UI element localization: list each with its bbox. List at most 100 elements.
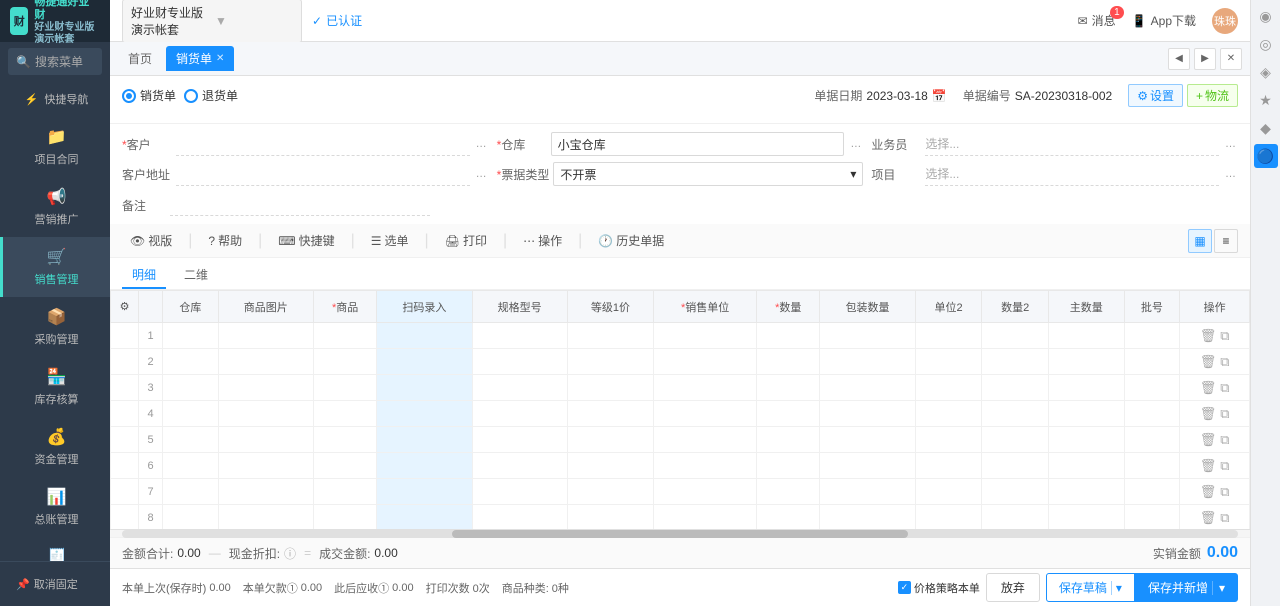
calendar-icon[interactable]: 📅 <box>932 89 947 103</box>
row-product-img-2[interactable] <box>218 349 313 375</box>
row-sales-unit-6[interactable] <box>654 453 757 479</box>
row-price1-4[interactable] <box>567 401 653 427</box>
row-main-qty-7[interactable] <box>1049 479 1124 505</box>
save-draft-button[interactable]: 保存草稿 ▾ <box>1046 573 1135 602</box>
row-batch-6[interactable] <box>1124 453 1180 479</box>
row-delete-icon-8[interactable]: 🗑 <box>1200 510 1217 526</box>
row-pack-qty-4[interactable] <box>820 401 915 427</box>
th-batch-import[interactable]: 扫码录入 <box>377 291 472 323</box>
row-qty-8[interactable] <box>757 505 820 530</box>
row-sales-unit-8[interactable] <box>654 505 757 530</box>
tab-close-all-button[interactable]: ✕ <box>1220 48 1242 70</box>
settings-button[interactable]: ⚙ 设置 <box>1128 84 1183 107</box>
row-product-7[interactable] <box>313 479 376 505</box>
row-qty2-4[interactable] <box>982 401 1049 427</box>
address-input[interactable] <box>176 162 470 186</box>
row-batch-import-4[interactable] <box>377 401 472 427</box>
row-delete-icon-1[interactable]: 🗑 <box>1200 328 1217 344</box>
ops-button[interactable]: ⋯ 操作 <box>515 229 570 252</box>
message-action[interactable]: ✉ 消息 1 <box>1078 12 1116 29</box>
row-pack-qty-6[interactable] <box>820 453 915 479</box>
row-spec-4[interactable] <box>472 401 567 427</box>
row-spec-7[interactable] <box>472 479 567 505</box>
row-price1-2[interactable] <box>567 349 653 375</box>
row-spec-8[interactable] <box>472 505 567 530</box>
row-spec-2[interactable] <box>472 349 567 375</box>
row-unit2-5[interactable] <box>915 427 982 453</box>
row-batch-1[interactable] <box>1124 323 1180 349</box>
view-toggle-list[interactable]: ≡ <box>1214 229 1238 253</box>
scrollbar-thumb[interactable] <box>452 530 908 538</box>
row-unit2-3[interactable] <box>915 375 982 401</box>
shortcut-button[interactable]: ⌨ 快捷键 <box>270 229 342 252</box>
row-product-img-4[interactable] <box>218 401 313 427</box>
row-price1-3[interactable] <box>567 375 653 401</box>
sidebar-item-quicknav[interactable]: ⚡ 快捷导航 <box>0 81 110 117</box>
row-delete-icon-6[interactable]: 🗑 <box>1200 458 1217 474</box>
row-qty2-1[interactable] <box>982 323 1049 349</box>
row-sales-unit-4[interactable] <box>654 401 757 427</box>
row-unit2-1[interactable] <box>915 323 982 349</box>
row-pack-qty-3[interactable] <box>820 375 915 401</box>
row-qty2-5[interactable] <box>982 427 1049 453</box>
tab-sales-order[interactable]: 销货单 ✕ <box>166 46 234 71</box>
invoice-type-select[interactable]: 不开票 ▾ <box>553 162 863 186</box>
save-draft-dropdown-icon[interactable]: ▾ <box>1111 581 1122 595</box>
salesperson-select-icon[interactable]: … <box>1223 138 1238 150</box>
customer-select-icon[interactable]: … <box>474 138 489 150</box>
sales-radio[interactable]: 销货单 <box>122 87 176 104</box>
row-qty2-8[interactable] <box>982 505 1049 530</box>
logistics-button[interactable]: + 物流 <box>1187 84 1238 107</box>
row-price1-6[interactable] <box>567 453 653 479</box>
row-unit2-7[interactable] <box>915 479 982 505</box>
row-product-img-8[interactable] <box>218 505 313 530</box>
row-pack-qty-5[interactable] <box>820 427 915 453</box>
note-input[interactable] <box>170 194 430 216</box>
row-price1-8[interactable] <box>567 505 653 530</box>
row-unit2-6[interactable] <box>915 453 982 479</box>
row-pack-qty-7[interactable] <box>820 479 915 505</box>
row-copy-icon-6[interactable]: ⧉ <box>1220 458 1229 474</box>
row-batch-import-1[interactable] <box>377 323 472 349</box>
row-product-1[interactable] <box>313 323 376 349</box>
save-new-dropdown-icon[interactable]: ▾ <box>1212 581 1225 595</box>
sidebar-item-sales[interactable]: 🛒 销售管理 <box>0 237 110 297</box>
row-warehouse-5[interactable] <box>163 427 219 453</box>
row-sales-unit-2[interactable] <box>654 349 757 375</box>
tab-close-icon[interactable]: ✕ <box>216 53 224 64</box>
row-spec-3[interactable] <box>472 375 567 401</box>
user-action[interactable]: 珠珠 <box>1212 8 1238 34</box>
address-select-icon[interactable]: … <box>474 168 489 180</box>
sidebar-item-inventory[interactable]: 🏪 库存核算 <box>0 357 110 417</box>
row-product-4[interactable] <box>313 401 376 427</box>
row-price1-1[interactable] <box>567 323 653 349</box>
row-main-qty-4[interactable] <box>1049 401 1124 427</box>
right-panel-icon-2[interactable]: ◎ <box>1254 32 1278 56</box>
row-main-qty-6[interactable] <box>1049 453 1124 479</box>
row-product-6[interactable] <box>313 453 376 479</box>
return-radio[interactable]: 退货单 <box>184 87 238 104</box>
row-warehouse-1[interactable] <box>163 323 219 349</box>
row-product-img-3[interactable] <box>218 375 313 401</box>
sidebar-item-marketing[interactable]: 📢 营销推广 <box>0 177 110 237</box>
row-product-img-1[interactable] <box>218 323 313 349</box>
sidebar-search[interactable]: 🔍 搜索菜单 <box>0 42 110 81</box>
project-select-icon[interactable]: … <box>1223 168 1238 180</box>
row-batch-7[interactable] <box>1124 479 1180 505</box>
save-new-button[interactable]: 保存并新增 ▾ <box>1135 573 1238 602</box>
row-unit2-8[interactable] <box>915 505 982 530</box>
right-panel-icon-3[interactable]: ◈ <box>1254 60 1278 84</box>
row-main-qty-2[interactable] <box>1049 349 1124 375</box>
row-pack-qty-2[interactable] <box>820 349 915 375</box>
row-batch-import-6[interactable] <box>377 453 472 479</box>
th-gear[interactable]: ⚙ <box>111 291 139 323</box>
row-spec-5[interactable] <box>472 427 567 453</box>
sidebar-item-project[interactable]: 📁 项目合同 <box>0 117 110 177</box>
row-product-img-6[interactable] <box>218 453 313 479</box>
row-product-8[interactable] <box>313 505 376 530</box>
row-pack-qty-1[interactable] <box>820 323 915 349</box>
help-button[interactable]: ? 帮助 <box>200 229 250 252</box>
row-qty2-2[interactable] <box>982 349 1049 375</box>
row-product-img-7[interactable] <box>218 479 313 505</box>
history-button[interactable]: 🕐 历史单据 <box>590 229 672 252</box>
